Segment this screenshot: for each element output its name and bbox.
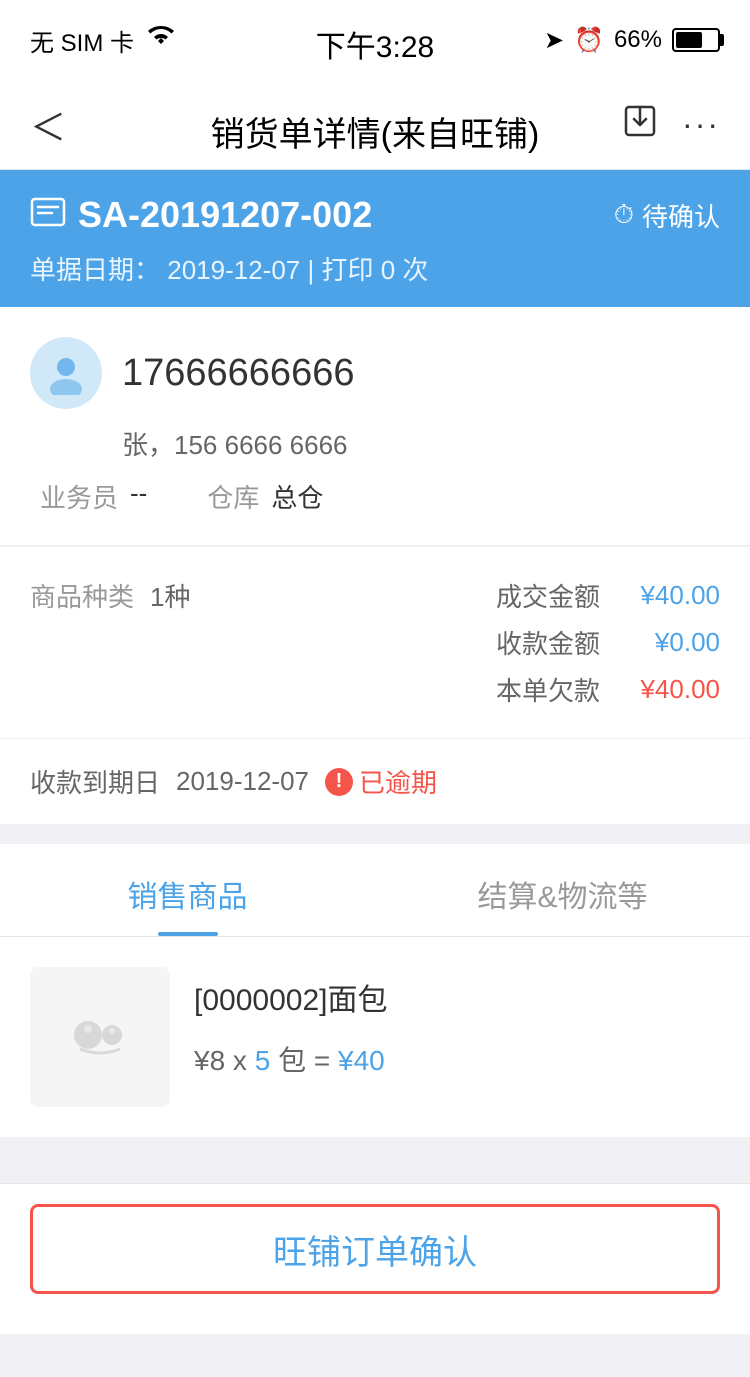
product-price: ¥8 x [194,1045,255,1076]
product-price-row: ¥8 x 5 包 = ¥40 [194,1039,720,1079]
warning-icon: ! [325,768,353,796]
product-image [30,967,170,1107]
wifi-icon [146,26,176,55]
warehouse-field: 仓库 总仓 [207,478,323,515]
tabs-bar: 销售商品 结算&物流等 [0,844,750,937]
warehouse-value: 总仓 [271,478,323,515]
order-header-row1: SA-20191207-002 ⏱ 待确认 [30,194,720,236]
status-bar: 无 SIM 卡 下午3:28 ➤ ⏰ 66% [0,0,750,80]
time-display: 下午3:28 [316,22,434,66]
tabs-section: 销售商品 结算&物流等 [0000002]面包 ¥8 x 5 包 = ¥40 [0,844,750,1137]
deal-amount-label: 成交金额 [496,577,600,614]
salesman-value: -- [130,478,147,515]
received-amount-row: 收款金额 ¥0.00 [496,624,720,661]
balance-value: ¥40.00 [620,674,720,705]
avatar [30,337,102,409]
tab-sales[interactable]: 销售商品 [0,844,375,936]
order-status-badge: ⏱ 待确认 [614,197,720,234]
back-button[interactable]: ＜ [30,99,66,151]
due-date-section: 收款到期日 2019-12-07 ! 已逾期 [0,738,750,824]
customer-phone-row: 17666666666 [30,337,720,409]
status-text: 待确认 [642,197,720,234]
nav-right-actions: ··· [622,103,720,147]
status-left: 无 SIM 卡 [30,23,176,58]
deal-amount-row: 成交金额 ¥40.00 [496,577,720,614]
carrier-label: 无 SIM 卡 [30,23,134,58]
product-item: [0000002]面包 ¥8 x 5 包 = ¥40 [0,937,750,1137]
product-name: [0000002]面包 [194,975,720,1019]
warehouse-label: 仓库 [207,478,259,515]
clock-icon: ⏱ [614,199,634,231]
received-label: 收款金额 [496,624,600,661]
salesman-label: 业务员 [40,478,118,515]
status-right: ➤ ⏰ 66% [544,26,720,55]
product-equals: = [314,1045,330,1076]
order-number: SA-20191207-002 [30,194,372,236]
order-header-banner: SA-20191207-002 ⏱ 待确认 单据日期： 2019-12-07 |… [0,170,750,307]
customer-meta: 业务员 -- 仓库 总仓 [30,478,720,515]
order-icon [30,194,66,236]
customer-name: 张，156 6666 6666 [122,425,720,462]
product-unit: 包 [278,1045,306,1076]
product-total: ¥40 [338,1045,385,1076]
page-title: 销货单详情(来自旺铺) [211,107,540,156]
overdue-badge: ! 已逾期 [325,763,437,800]
amounts-list: 成交金额 ¥40.00 收款金额 ¥0.00 本单欠款 ¥40.00 [496,577,720,708]
share-icon[interactable] [622,103,658,147]
salesman-field: 业务员 -- [40,478,147,515]
due-date-label: 收款到期日 [30,763,160,800]
customer-phone: 17666666666 [122,352,354,395]
battery-icon [672,28,720,52]
deal-amount-value: ¥40.00 [620,580,720,611]
alarm-icon: ⏰ [574,26,604,55]
battery-fill [676,32,702,48]
location-icon: ➤ [544,26,564,55]
balance-label: 本单欠款 [496,671,600,708]
customer-section: 17666666666 张，156 6666 6666 业务员 -- 仓库 总仓… [0,307,750,824]
product-types: 商品种类 1种 [30,577,190,614]
balance-row: 本单欠款 ¥40.00 [496,671,720,708]
product-types-value: 1种 [150,577,190,614]
received-value: ¥0.00 [620,627,720,658]
due-date-value: 2019-12-07 [176,766,309,797]
product-quantity: 5 [255,1045,271,1076]
product-types-label: 商品种类 [30,577,134,614]
tab-settlement[interactable]: 结算&物流等 [375,844,750,936]
confirm-order-button[interactable]: 旺铺订单确认 [30,1204,720,1294]
customer-info: 17666666666 张，156 6666 6666 业务员 -- 仓库 总仓 [0,307,750,546]
nav-bar: ＜ 销货单详情(来自旺铺) ··· [0,80,750,170]
amounts-section: 商品种类 1种 成交金额 ¥40.00 收款金额 ¥0.00 本单欠款 ¥40.… [0,546,750,738]
bottom-bar: 旺铺订单确认 [0,1183,750,1334]
battery-label: 66% [614,26,662,54]
product-info: [0000002]面包 ¥8 x 5 包 = ¥40 [194,967,720,1079]
more-icon[interactable]: ··· [682,106,720,143]
order-date-row: 单据日期： 2019-12-07 | 打印 0 次 [30,250,720,287]
overdue-label: 已逾期 [359,763,437,800]
